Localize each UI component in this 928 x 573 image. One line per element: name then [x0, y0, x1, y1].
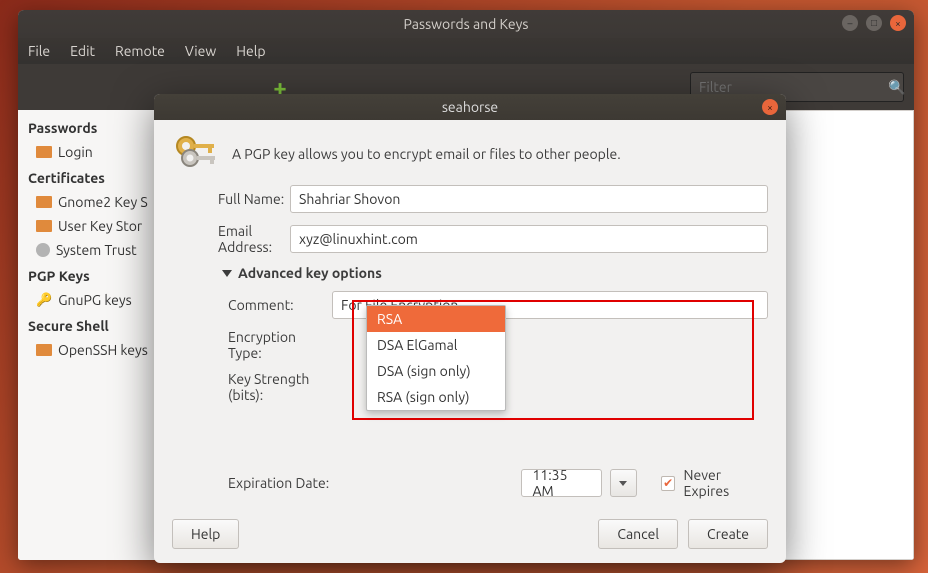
minimize-icon[interactable]: – — [842, 15, 858, 31]
search-icon[interactable]: 🔍 — [888, 79, 905, 96]
label-enc-type: Encryption Type: — [172, 329, 332, 361]
window-controls: – □ × — [842, 15, 906, 31]
dropdown-option-dsa-elgamal[interactable]: DSA ElGamal — [367, 332, 505, 358]
chevron-down-icon — [222, 270, 232, 277]
dropdown-option-rsa[interactable]: RSA — [367, 306, 505, 332]
time-field[interactable]: 11:35 AM — [521, 469, 601, 497]
menubar: File Edit Remote View Help — [18, 38, 914, 64]
close-icon[interactable]: × — [890, 15, 906, 31]
dialog-intro-text: A PGP key allows you to encrypt email or… — [232, 146, 621, 162]
menu-remote[interactable]: Remote — [115, 43, 165, 59]
help-button[interactable]: Help — [172, 519, 239, 549]
menu-help[interactable]: Help — [236, 43, 265, 59]
window-title: Passwords and Keys — [404, 16, 529, 32]
folder-icon — [36, 344, 52, 356]
label-key-strength: Key Strength (bits): — [172, 371, 332, 403]
sidebar-item-label: System Trust — [56, 242, 137, 258]
maximize-icon[interactable]: □ — [866, 15, 882, 31]
label-email: Email Address: — [172, 223, 290, 255]
dialog-title: seahorse — [442, 99, 498, 115]
sidebar-item-label: GnuPG keys — [58, 292, 132, 308]
label-full-name: Full Name: — [172, 191, 290, 207]
key-icon: 🔑 — [36, 293, 52, 308]
folder-icon — [36, 220, 52, 232]
full-name-input[interactable] — [290, 185, 768, 213]
filter-input[interactable] — [691, 79, 888, 95]
folder-icon — [36, 146, 52, 158]
menu-file[interactable]: File — [28, 43, 50, 59]
sidebar-item-label: Login — [58, 144, 93, 160]
sidebar-item-label: Gnome2 Key S — [58, 194, 148, 210]
sidebar-item-label: OpenSSH keys — [58, 342, 148, 358]
chevron-down-icon — [619, 481, 627, 486]
main-titlebar[interactable]: Passwords and Keys – □ × — [18, 10, 914, 38]
advanced-expander[interactable]: Advanced key options — [172, 265, 768, 281]
folder-icon — [36, 196, 52, 208]
gear-icon — [36, 243, 50, 257]
label-exp-date: Expiration Date: — [228, 475, 330, 491]
keys-icon — [172, 132, 220, 175]
never-expires-label: Never Expires — [683, 467, 768, 499]
cancel-button[interactable]: Cancel — [598, 519, 678, 549]
dropdown-option-dsa-sign[interactable]: DSA (sign only) — [367, 358, 505, 384]
menu-edit[interactable]: Edit — [70, 43, 95, 59]
menu-view[interactable]: View — [185, 43, 216, 59]
label-comment: Comment: — [172, 297, 332, 313]
sidebar-item-label: User Key Stor — [58, 218, 142, 234]
advanced-label: Advanced key options — [238, 265, 382, 281]
dialog-buttons: Help Cancel Create — [154, 513, 786, 563]
dropdown-option-rsa-sign[interactable]: RSA (sign only) — [367, 384, 505, 410]
encryption-type-dropdown[interactable]: RSA DSA ElGamal DSA (sign only) RSA (sig… — [366, 305, 506, 411]
dialog-close-icon[interactable]: × — [762, 99, 778, 115]
email-input[interactable] — [290, 225, 768, 253]
dialog-titlebar[interactable]: seahorse × — [154, 94, 786, 120]
never-expires-checkbox[interactable]: ✔ — [661, 476, 676, 491]
time-dropdown-button[interactable] — [610, 469, 637, 497]
create-button[interactable]: Create — [688, 519, 768, 549]
